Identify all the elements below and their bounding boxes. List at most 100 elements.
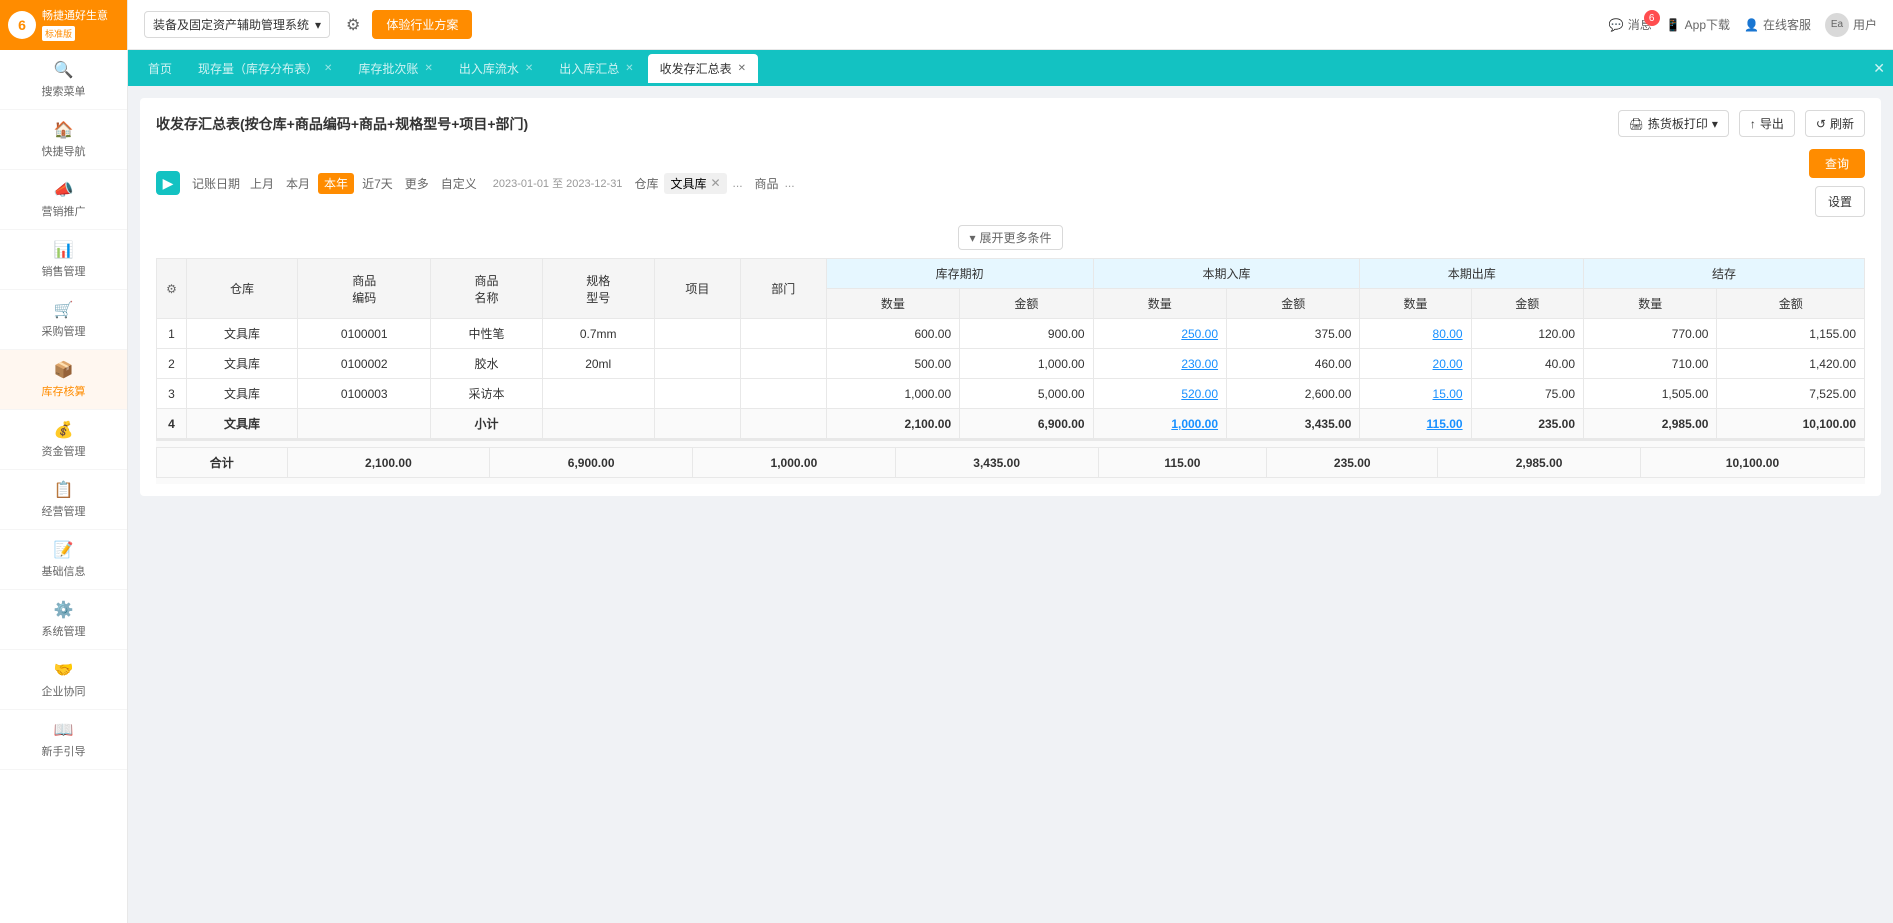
col-header-bal-amt: 金额 [1717, 289, 1865, 319]
warehouse-filter-dots[interactable]: ... [733, 176, 743, 190]
footer-table: 合计 2,100.00 6,900.00 1,000.00 3,435.00 1… [156, 447, 1865, 478]
tab-inout-flow[interactable]: 出入库流水✕ [447, 54, 545, 83]
sidebar-item-corp[interactable]: 🤝企业协同 [0, 650, 127, 710]
row-in-qty[interactable]: 250.00 [1093, 319, 1226, 349]
logo-icon: 6 [8, 11, 36, 39]
date-btn-this-year[interactable]: 本年 [318, 173, 354, 194]
tab-label-batch-ledger: 库存批次账 [358, 60, 418, 77]
row-dept [740, 379, 826, 409]
footer-open-qty: 2,100.00 [287, 448, 490, 478]
col-header-dept: 部门 [740, 259, 826, 319]
trial-button[interactable]: 体验行业方案 [372, 10, 472, 39]
row-in-qty[interactable]: 230.00 [1093, 349, 1226, 379]
filter-expand-button[interactable]: ▶ [156, 171, 180, 195]
user-item[interactable]: Ea 用户 [1825, 13, 1877, 37]
row-goods-spec: 20ml [542, 349, 654, 379]
tab-inout-summary[interactable]: 出入库汇总✕ [547, 54, 645, 83]
sidebar-item-basic-info[interactable]: 📝基础信息 [0, 530, 127, 590]
footer-in-amt: 3,435.00 [895, 448, 1098, 478]
refresh-icon: ↺ [1816, 117, 1826, 131]
sidebar-item-operations[interactable]: 📋经营管理 [0, 470, 127, 530]
print-dropdown-icon: ▾ [1712, 117, 1718, 131]
row-goods-name: 中性笔 [431, 319, 542, 349]
sidebar-item-purchase[interactable]: 🛒采购管理 [0, 290, 127, 350]
logo-title: 畅捷通好生意 [42, 9, 108, 23]
tabs-bar-close-icon[interactable]: ✕ [1873, 60, 1885, 77]
date-btn-this-month[interactable]: 本月 [282, 173, 314, 194]
row-in-qty[interactable]: 1,000.00 [1093, 409, 1226, 439]
table-row: 4文具库小计2,100.006,900.001,000.003,435.0011… [157, 409, 1865, 439]
tab-close-inout-summary[interactable]: ✕ [625, 63, 633, 74]
tab-close-batch-ledger[interactable]: ✕ [424, 63, 432, 74]
online-service-item[interactable]: 👤 在线客服 [1744, 16, 1811, 33]
sidebar-icon-inventory: 📦 [54, 360, 74, 380]
sidebar-item-beginner[interactable]: 📖新手引导 [0, 710, 127, 770]
query-button[interactable]: 查询 [1809, 149, 1865, 178]
col-header-open-amt: 金额 [960, 289, 1093, 319]
row-open-qty: 1,000.00 [826, 379, 959, 409]
sidebar-item-sales[interactable]: 📊销售管理 [0, 230, 127, 290]
main-card: 收发存汇总表(按仓库+商品编码+商品+规格型号+项目+部门) 🖨 拣货板打印 ▾… [140, 98, 1881, 496]
date-filter-group: 记账日期 上月 本月 本年 近7天 更多 自定义 2023-01-01 至 20… [192, 173, 622, 194]
row-open-qty: 2,100.00 [826, 409, 959, 439]
sidebar-item-quick-nav[interactable]: 🏠快捷导航 [0, 110, 127, 170]
settings-icon[interactable]: ⚙ [346, 15, 360, 35]
row-out-qty[interactable]: 80.00 [1360, 319, 1471, 349]
tab-close-inventory-dist[interactable]: ✕ [324, 63, 332, 74]
warehouse-tag-close[interactable]: ✕ [710, 176, 720, 190]
page-content: 收发存汇总表(按仓库+商品编码+商品+规格型号+项目+部门) 🖨 拣货板打印 ▾… [128, 86, 1893, 923]
date-btn-custom[interactable]: 自定义 [437, 173, 481, 194]
app-download-item[interactable]: 📱 App下载 [1666, 16, 1730, 33]
column-settings-icon[interactable]: ⚙ [166, 282, 177, 296]
row-bal-amt: 1,155.00 [1717, 319, 1865, 349]
sidebar-item-finance[interactable]: 💰资金管理 [0, 410, 127, 470]
row-open-amt: 5,000.00 [960, 379, 1093, 409]
tab-inventory-dist[interactable]: 现存量（库存分布表） ✕ [186, 54, 344, 83]
tab-label-inventory-dist: 现存量（库存分布表） [198, 60, 318, 77]
sidebar-item-marketing[interactable]: 📣营销推广 [0, 170, 127, 230]
sidebar-item-inventory[interactable]: 📦库存核算 [0, 350, 127, 410]
row-open-amt: 1,000.00 [960, 349, 1093, 379]
sidebar-icon-search: 🔍 [54, 60, 74, 80]
page-title-row: 收发存汇总表(按仓库+商品编码+商品+规格型号+项目+部门) 🖨 拣货板打印 ▾… [156, 110, 1865, 137]
expand-more-button[interactable]: ▾ 展开更多条件 [958, 225, 1062, 250]
sidebar-label-search: 搜索菜单 [42, 83, 86, 99]
setting-button[interactable]: 设置 [1815, 186, 1865, 217]
footer-bal-amt: 10,100.00 [1640, 448, 1864, 478]
row-out-qty[interactable]: 115.00 [1360, 409, 1471, 439]
date-btn-more[interactable]: 更多 [401, 173, 433, 194]
page-title-actions: 🖨 拣货板打印 ▾ ↑ 导出 ↺ 刷新 [1618, 110, 1865, 137]
online-service-label: 在线客服 [1763, 16, 1811, 33]
date-btn-last-month[interactable]: 上月 [246, 173, 278, 194]
sidebar-item-system[interactable]: ⚙️系统管理 [0, 590, 127, 650]
row-goods-code: 0100003 [298, 379, 431, 409]
export-button[interactable]: ↑ 导出 [1739, 110, 1795, 137]
sidebar-icon-finance: 💰 [54, 420, 74, 440]
date-btn-7days[interactable]: 近7天 [358, 173, 397, 194]
row-out-qty[interactable]: 20.00 [1360, 349, 1471, 379]
sidebar-icon-sales: 📊 [54, 240, 74, 260]
print-button[interactable]: 🖨 拣货板打印 ▾ [1618, 110, 1729, 137]
row-out-qty[interactable]: 15.00 [1360, 379, 1471, 409]
row-goods-code: 0100002 [298, 349, 431, 379]
data-table: ⚙ 仓库 商品编码 商品名称 规格型号 项目 部门 库存期初 本期入库 本期出库… [156, 258, 1865, 439]
tab-home[interactable]: 首页 [136, 54, 184, 83]
col-header-out-qty: 数量 [1360, 289, 1471, 319]
tab-close-recv-send-summary[interactable]: ✕ [738, 63, 746, 74]
footer-bal-qty: 2,985.00 [1438, 448, 1641, 478]
row-no: 3 [157, 379, 187, 409]
row-goods-code [298, 409, 431, 439]
message-icon-item[interactable]: 💬 消息 6 [1609, 16, 1652, 33]
sidebar-item-search[interactable]: 🔍 搜索菜单 [0, 50, 127, 110]
goods-filter-dots[interactable]: ... [785, 176, 795, 190]
refresh-button[interactable]: ↺ 刷新 [1805, 110, 1865, 137]
row-in-qty[interactable]: 520.00 [1093, 379, 1226, 409]
tab-batch-ledger[interactable]: 库存批次账 ✕ [346, 54, 444, 83]
tab-recv-send-summary[interactable]: 收发存汇总表✕ [648, 54, 758, 83]
sidebar: 6 畅捷通好生意 标准版 🔍搜索菜单🏠快捷导航📣营销推广📊销售管理🛒采购管理📦库… [0, 0, 128, 923]
col-header-goods-spec: 规格型号 [542, 259, 654, 319]
tab-close-inout-flow[interactable]: ✕ [525, 63, 533, 74]
col-header-project: 项目 [654, 259, 740, 319]
system-selector[interactable]: 装备及固定资产辅助管理系统 ▾ [144, 11, 330, 38]
row-project [654, 319, 740, 349]
